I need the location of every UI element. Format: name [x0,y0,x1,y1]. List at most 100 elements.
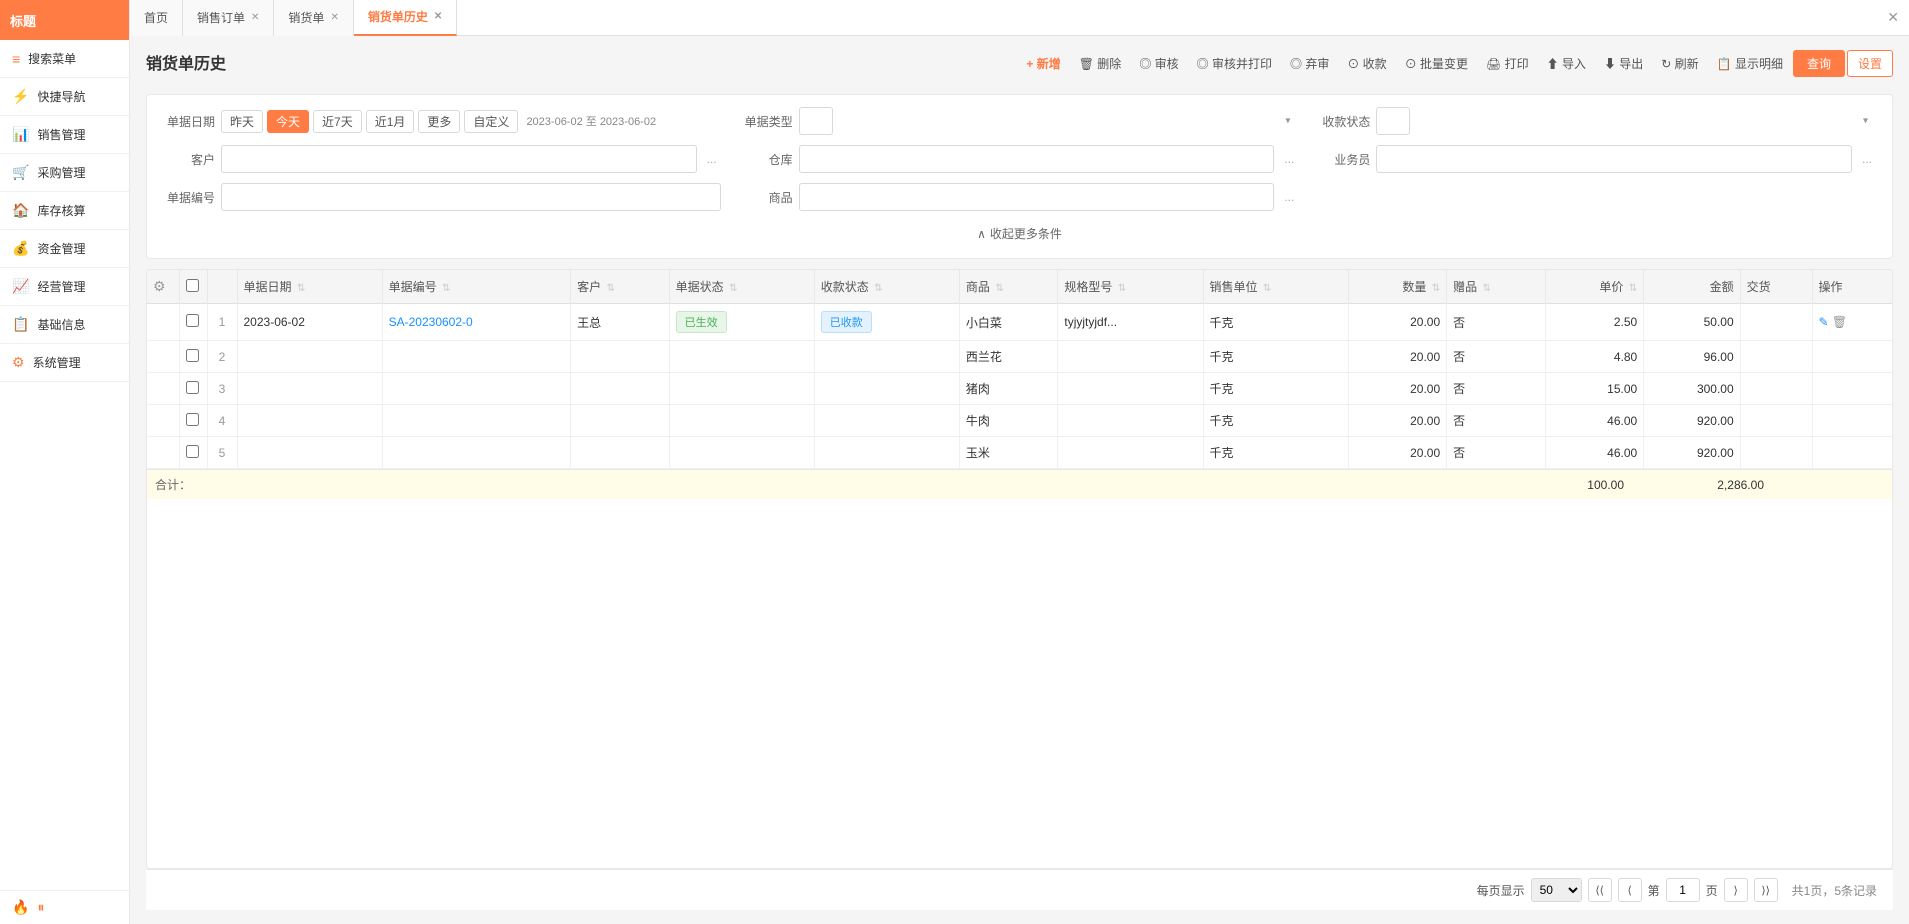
sidebar-item-quick-nav[interactable]: ⚡ 快捷导航 [0,78,129,116]
row-checkbox-3[interactable] [186,413,199,426]
date-btn-today[interactable]: 今天 [267,110,309,133]
sort-customer-icon[interactable]: ⇅ [606,283,614,294]
sidebar-item-label: 搜索菜单 [28,50,76,67]
sort-quantity-icon[interactable]: ⇅ [1432,283,1440,294]
collect-button[interactable]: ⊙ 收款 [1339,51,1394,76]
row-checkbox-2[interactable] [186,381,199,394]
doc-no-link-0[interactable]: SA-20230602-0 [389,315,473,329]
sort-collect-status-icon[interactable]: ⇅ [874,283,882,294]
new-button[interactable]: + 新增 [1018,51,1068,76]
row-checkbox-1[interactable] [186,349,199,362]
sidebar-item-label: 资金管理 [37,240,85,257]
print-button[interactable]: 🖨 打印 [1478,51,1537,76]
pause-icon[interactable]: ⏸ [37,899,44,916]
query-button[interactable]: 查询 [1793,50,1845,77]
sidebar-item-purchase-mgmt[interactable]: 🛒 采购管理 [0,154,129,192]
col-actions-label: 操作 [1819,280,1843,294]
salesperson-input[interactable] [1376,145,1852,173]
import-button[interactable]: ⬆ 导入 [1539,51,1594,76]
customer-input[interactable] [221,145,697,173]
page-number-input[interactable] [1666,878,1700,902]
product-input[interactable] [799,183,1275,211]
doc-no-input[interactable] [221,183,721,211]
sort-unit-icon[interactable]: ⇅ [1263,283,1271,294]
collect-status-select-wrap [1376,107,1876,135]
date-btn-more[interactable]: 更多 [418,110,460,133]
setting-button[interactable]: 设置 [1847,50,1893,77]
sort-doc-date-icon[interactable]: ⇅ [297,283,305,294]
sort-doc-no-icon[interactable]: ⇅ [442,283,450,294]
delete-button[interactable]: 🗑 删除 [1071,51,1130,76]
customer-dots[interactable]: ... [703,152,721,166]
quick-nav-icon: ⚡ [12,88,29,105]
delete-icon-0[interactable]: 🗑 [1832,315,1847,329]
sidebar-item-label: 快捷导航 [37,88,85,105]
sidebar-item-sales-mgmt[interactable]: 📊 销售管理 [0,116,129,154]
edit-icon-0[interactable]: ✎ [1819,315,1829,329]
doc-type-select[interactable] [799,107,833,135]
abandon-button[interactable]: ◎ 弃审 [1282,51,1337,76]
tab-sales-delivery-close[interactable]: ✕ [330,12,338,23]
tab-bar-close[interactable]: ✕ [1877,9,1909,26]
last-page-button[interactable]: ⟩⟩ [1754,878,1778,902]
tab-sales-history[interactable]: 销货单历史 ✕ [354,0,457,36]
cell-3-1: 4 [207,405,237,437]
sort-product-icon[interactable]: ⇅ [995,283,1003,294]
cell-2-14 [1740,373,1812,405]
prev-page-button[interactable]: ⟨ [1618,878,1642,902]
sidebar-item-finance[interactable]: 💰 资金管理 [0,230,129,268]
tab-sales-order-close[interactable]: ✕ [251,12,259,23]
row-checkbox-0[interactable] [186,314,199,327]
audit-button[interactable]: ◎ 审核 [1131,51,1186,76]
sidebar-item-system-mgmt[interactable]: ⚙ 系统管理 [0,344,129,382]
tab-home[interactable]: 首页 [130,0,183,36]
sort-unit-price-icon[interactable]: ⇅ [1629,283,1637,294]
cell-2-10: 20.00 [1348,373,1447,405]
collect-status-badge-0: 已收款 [821,311,872,333]
sidebar-item-search-menu[interactable]: ≡ 搜索菜单 [0,40,129,78]
collect-status-select[interactable] [1376,107,1410,135]
fire-icon[interactable]: 🔥 [12,899,29,916]
filter-row-1: 单据日期 昨天 今天 近7天 近1月 更多 自定义 2023-06-02 至 2… [163,107,1876,135]
sidebar-item-operations[interactable]: 📈 经营管理 [0,268,129,306]
sort-gift-icon[interactable]: ⇅ [1483,283,1491,294]
sidebar-item-label: 库存核算 [37,202,85,219]
collapse-button[interactable]: ∧ 收起更多条件 [163,221,1876,246]
column-setting-icon[interactable]: ⚙ [153,278,166,294]
sidebar-item-basic-info[interactable]: 📋 基础信息 [0,306,129,344]
sort-spec-icon[interactable]: ⇅ [1118,283,1126,294]
refresh-button[interactable]: ↻ 刷新 [1653,51,1706,76]
date-btn-yesterday[interactable]: 昨天 [221,110,263,133]
warehouse-dots[interactable]: ... [1280,152,1298,166]
batch-change-button[interactable]: ⊙ 批量变更 [1397,51,1476,76]
cell-1-0 [179,341,207,373]
export-button[interactable]: ⬇ 导出 [1596,51,1651,76]
inventory-icon: 🏠 [12,202,29,219]
first-page-button[interactable]: ⟨⟨ [1588,878,1612,902]
date-btn-custom[interactable]: 自定义 [464,110,518,133]
cell-2-0 [179,373,207,405]
tab-sales-delivery[interactable]: 销货单 ✕ [274,0,353,36]
product-dots[interactable]: ... [1280,190,1298,204]
warehouse-input[interactable] [799,145,1275,173]
customer-label: 客户 [163,151,215,168]
display-button[interactable]: 📋 显示明细 [1709,51,1791,76]
main-area: 首页 销售订单 ✕ 销货单 ✕ 销货单历史 ✕ ✕ 销货单历史 + 新增 🗑 删… [130,0,1909,924]
page-size-select[interactable]: 50 20 100 [1531,878,1582,902]
cell-4-12: 46.00 [1545,437,1644,469]
tab-sales-order[interactable]: 销售订单 ✕ [183,0,274,36]
tab-sales-history-close[interactable]: ✕ [434,11,442,22]
audit-print-button[interactable]: ◎ 审核并打印 [1189,51,1280,76]
date-btn-1month[interactable]: 近1月 [366,110,415,133]
sort-doc-status-icon[interactable]: ⇅ [729,283,737,294]
salesperson-field: 业务员 ... [1318,145,1876,173]
col-gift: 赠品 ⇅ [1447,270,1546,304]
col-quantity: 数量 ⇅ [1348,270,1447,304]
row-checkbox-4[interactable] [186,445,199,458]
table-header-row: ⚙ 单据日期 ⇅ 单据编号 ⇅ [147,270,1892,304]
select-all-checkbox[interactable] [186,279,199,292]
sidebar-item-inventory[interactable]: 🏠 库存核算 [0,192,129,230]
next-page-button[interactable]: ⟩ [1724,878,1748,902]
salesperson-dots[interactable]: ... [1858,152,1876,166]
date-btn-7days[interactable]: 近7天 [313,110,362,133]
